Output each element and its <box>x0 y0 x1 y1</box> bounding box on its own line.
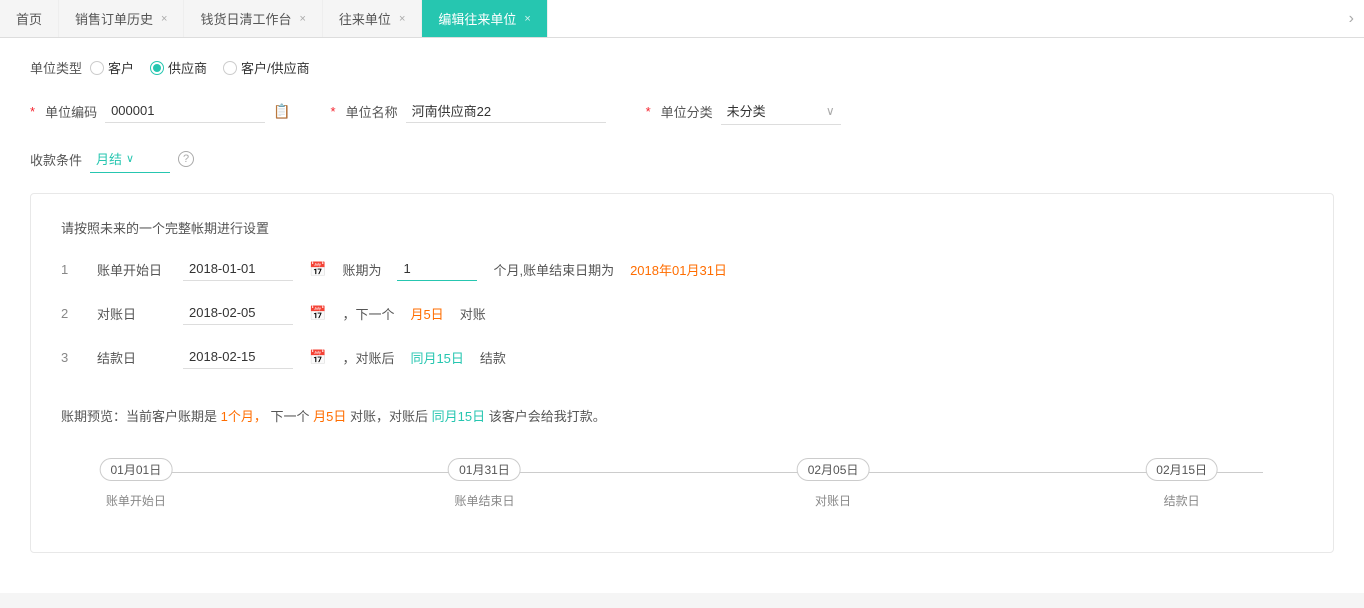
period-prefix-label: 账期为 <box>342 260 381 279</box>
unit-name-label: 单位名称 <box>346 102 398 121</box>
payment-condition-select[interactable]: 月结 ∨ <box>90 145 170 173</box>
reconcile-suffix-label: 对账 <box>460 304 486 323</box>
setting-label-1: 账单开始日 <box>97 260 167 279</box>
tab-sales-history-close[interactable]: × <box>161 13 167 25</box>
unit-category-value: 未分类 <box>727 101 822 120</box>
preview-mid2: 对账，对账后 <box>350 409 428 424</box>
unit-name-required: * <box>331 104 336 119</box>
radio-supplier-label: 供应商 <box>168 58 207 77</box>
unit-code-required: * <box>30 104 35 119</box>
unit-type-row: 单位类型 客户 供应商 客户/供应商 <box>30 58 1334 77</box>
unit-code-calendar-icon[interactable]: 📋 <box>273 103 290 120</box>
timeline-sublabel-0: 账单开始日 <box>106 492 166 509</box>
tab-edit-contact[interactable]: 编辑往来单位 × <box>422 0 547 37</box>
end-date-highlight: 2018年01月31日 <box>630 260 727 279</box>
unit-type-field: 单位类型 客户 供应商 客户/供应商 <box>30 58 310 77</box>
payment-condition-row: 收款条件 月结 ∨ ? <box>30 145 1334 173</box>
radio-both[interactable]: 客户/供应商 <box>223 58 310 77</box>
start-date-input[interactable] <box>183 257 293 281</box>
timeline-line <box>101 472 1263 473</box>
setting-label-2: 对账日 <box>97 304 167 323</box>
preview-section: 账期预览：当前客户账期是 1个月， 下一个 月5日 对账，对账后 同月15日 该… <box>61 389 1303 428</box>
timeline-sublabel-3: 结款日 <box>1164 492 1200 509</box>
radio-supplier-circle <box>150 61 164 75</box>
start-date-calendar-icon[interactable]: 📅 <box>309 261 326 278</box>
tab-contacts[interactable]: 往来单位 × <box>323 0 422 37</box>
radio-customer-circle <box>90 61 104 75</box>
tab-contacts-label: 往来单位 <box>339 9 391 28</box>
radio-both-label: 客户/供应商 <box>241 58 310 77</box>
tab-edit-contact-close[interactable]: × <box>524 13 530 25</box>
setting-num-1: 1 <box>61 262 81 277</box>
tab-contacts-close[interactable]: × <box>399 13 405 25</box>
unit-name-field: * 单位名称 <box>331 99 606 123</box>
unit-code-input[interactable] <box>105 99 265 123</box>
timeline-sublabel-2: 对账日 <box>815 492 851 509</box>
timeline-badge-3: 02月15日 <box>1145 458 1218 481</box>
unit-category-required: * <box>646 104 651 119</box>
radio-supplier[interactable]: 供应商 <box>150 58 207 77</box>
unit-type-radio-group: 客户 供应商 客户/供应商 <box>90 58 310 77</box>
setting-row-3: 3 结款日 📅 ，对账后 同月15日 结款 <box>61 345 1303 369</box>
payment-condition-help-icon[interactable]: ? <box>178 151 194 167</box>
reconcile-date-input[interactable] <box>183 301 293 325</box>
unit-category-field: * 单位分类 未分类 ∨ <box>646 97 841 125</box>
tab-cash-work-label: 钱货日清工作台 <box>200 9 291 28</box>
period-suffix-label: 个月,账单结束日期为 <box>493 260 614 279</box>
preview-end: 该客户会给我打款。 <box>489 409 606 424</box>
unit-type-label: 单位类型 <box>30 58 82 77</box>
setting-row-1: 1 账单开始日 📅 账期为 个月,账单结束日期为 2018年01月31日 <box>61 257 1303 281</box>
payment-suffix-label: 结款 <box>480 348 506 367</box>
tab-home-label: 首页 <box>16 9 42 28</box>
payment-date-calendar-icon[interactable]: 📅 <box>309 349 326 366</box>
tab-sales-history-label: 销售订单历史 <box>75 9 153 28</box>
setting-label-3: 结款日 <box>97 348 167 367</box>
tab-sales-history[interactable]: 销售订单历史 × <box>59 0 184 37</box>
reconcile-day-highlight: 月5日 <box>410 304 443 323</box>
unit-name-input[interactable] <box>406 99 606 123</box>
unit-category-select[interactable]: 未分类 ∨ <box>721 97 841 125</box>
payment-prefix-label: ，对账后 <box>342 348 394 367</box>
payment-day-highlight: 同月15日 <box>410 348 463 367</box>
timeline-wrapper: 01月01日 账单开始日 01月31日 账单结束日 02月05日 对账日 02月… <box>61 428 1303 518</box>
preview-payment-highlight: 同月15日 <box>432 409 485 424</box>
reconcile-date-calendar-icon[interactable]: 📅 <box>309 305 326 322</box>
timeline-container: 01月01日 账单开始日 01月31日 账单结束日 02月05日 对账日 02月… <box>101 458 1263 518</box>
main-content: 单位类型 客户 供应商 客户/供应商 * 单位编码 <box>0 38 1364 593</box>
tab-cash-work[interactable]: 钱货日清工作台 × <box>184 0 322 37</box>
timeline-badge-0: 01月01日 <box>100 458 173 481</box>
unit-code-label: 单位编码 <box>45 102 97 121</box>
preview-reconcile-highlight: 月5日 <box>313 409 346 424</box>
panel-title: 请按照未来的一个完整帐期进行设置 <box>61 218 1303 237</box>
payment-date-input[interactable] <box>183 345 293 369</box>
timeline-badge-2: 02月05日 <box>797 458 870 481</box>
setting-num-3: 3 <box>61 350 81 365</box>
period-value-input[interactable] <box>397 257 477 281</box>
tab-bar: 首页 销售订单历史 × 钱货日清工作台 × 往来单位 × 编辑往来单位 × › <box>0 0 1364 38</box>
settings-panel: 请按照未来的一个完整帐期进行设置 1 账单开始日 📅 账期为 个月,账单结束日期… <box>30 193 1334 553</box>
tab-home[interactable]: 首页 <box>0 0 59 37</box>
reconcile-prefix-label: ，下一个 <box>342 304 394 323</box>
preview-mid1: 下一个 <box>271 409 310 424</box>
preview-label: 账期预览：当前客户账期是 <box>61 409 217 424</box>
timeline-sublabel-1: 账单结束日 <box>454 492 514 509</box>
preview-period-highlight: 1个月， <box>221 409 267 424</box>
payment-condition-field: 收款条件 月结 ∨ ? <box>30 145 194 173</box>
radio-both-circle <box>223 61 237 75</box>
unit-category-label: 单位分类 <box>661 102 713 121</box>
tab-cash-work-close[interactable]: × <box>299 13 305 25</box>
tab-edit-contact-label: 编辑往来单位 <box>438 9 516 28</box>
unit-info-row: * 单位编码 📋 * 单位名称 * 单位分类 未分类 ∨ <box>30 97 1334 125</box>
tab-expand-button[interactable]: › <box>1339 0 1364 37</box>
payment-condition-chevron-icon: ∨ <box>126 152 134 165</box>
unit-category-chevron-icon: ∨ <box>826 104 835 118</box>
unit-code-field: * 单位编码 📋 <box>30 99 291 123</box>
payment-condition-label: 收款条件 <box>30 150 82 169</box>
setting-row-2: 2 对账日 📅 ，下一个 月5日 对账 <box>61 301 1303 325</box>
radio-customer-label: 客户 <box>108 58 134 77</box>
setting-num-2: 2 <box>61 306 81 321</box>
payment-condition-value: 月结 <box>96 149 122 168</box>
radio-customer[interactable]: 客户 <box>90 58 134 77</box>
timeline-badge-1: 01月31日 <box>448 458 521 481</box>
